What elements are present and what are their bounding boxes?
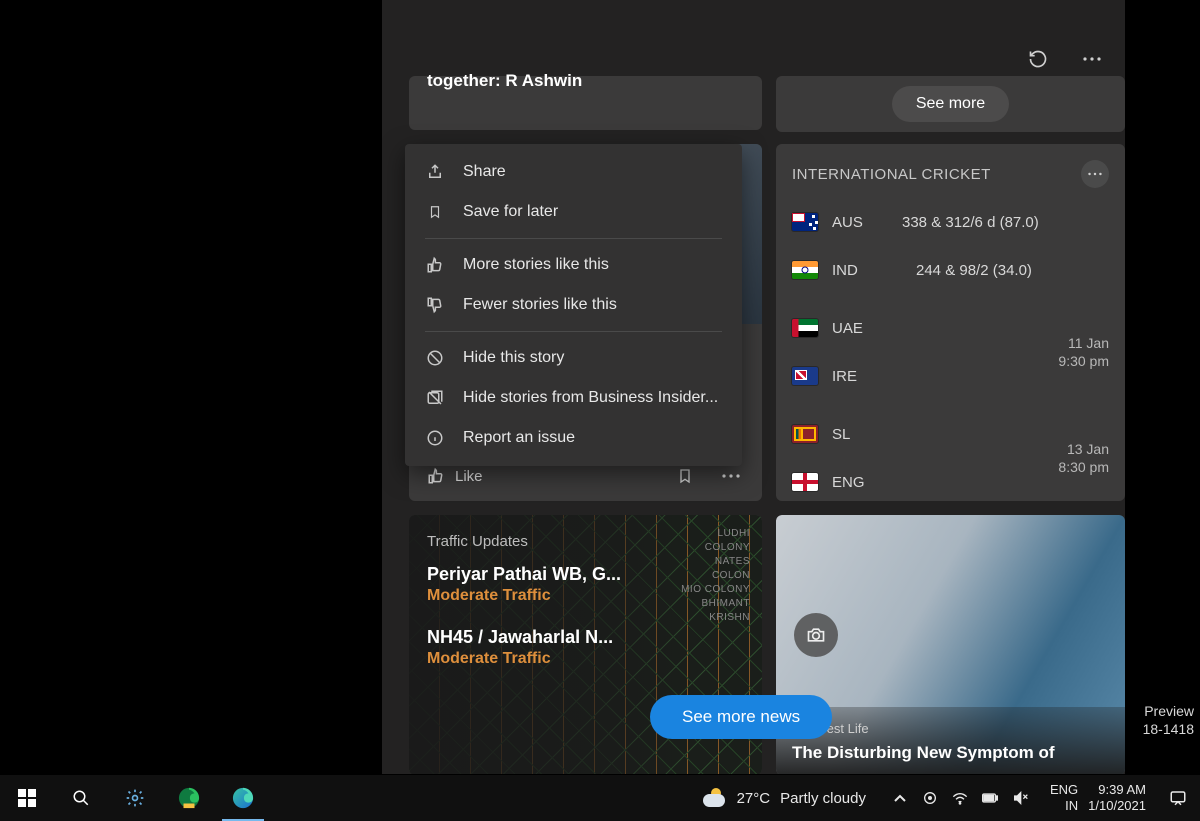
match-1[interactable]: UAE IRE 11 Jan9:30 pm: [776, 304, 1125, 400]
flag-aus-icon: [792, 213, 818, 231]
tray-volume-icon[interactable]: [1012, 790, 1028, 806]
traffic-title: Traffic Updates: [427, 533, 744, 550]
tray-chevron-up-icon[interactable]: [892, 790, 908, 806]
share-icon: [425, 162, 445, 182]
weather-temp: 27°C: [737, 790, 771, 807]
traffic-status-1: Moderate Traffic: [427, 650, 744, 668]
flag-uae-icon: [792, 319, 818, 337]
info-icon: [425, 428, 445, 448]
see-more-card: See more: [776, 76, 1125, 132]
see-more-button[interactable]: See more: [892, 86, 1009, 122]
block-icon: [425, 348, 445, 368]
flag-sl-icon: [792, 425, 818, 443]
ctx-save[interactable]: Save for later: [405, 192, 742, 232]
ctx-hide-story[interactable]: Hide this story: [405, 338, 742, 378]
start-button[interactable]: [0, 775, 54, 821]
card-options-button[interactable]: [718, 463, 744, 489]
flag-eng-icon: [792, 473, 818, 491]
bookmark-icon: [425, 202, 445, 222]
taskbar-clock[interactable]: ENGIN 9:39 AM1/10/2021: [1040, 782, 1156, 814]
story-context-menu: Share Save for later More stories like t…: [405, 144, 742, 466]
weather-desc: Partly cloudy: [780, 790, 866, 807]
weather-icon: [703, 788, 727, 808]
thumbs-down-icon: [425, 295, 445, 315]
refresh-button[interactable]: [1025, 46, 1051, 72]
like-label: Like: [455, 468, 483, 485]
traffic-road-0: Periyar Pathai WB, G...: [427, 564, 744, 585]
action-center-button[interactable]: [1156, 789, 1200, 807]
news-interests-panel: together: R Ashwin Like LUDHI COLONY NAT…: [382, 0, 1125, 774]
hide-source-icon: [425, 388, 445, 408]
like-button[interactable]: Like: [427, 467, 483, 485]
cricket-card-title: INTERNATIONAL CRICKET: [792, 166, 991, 183]
bookmark-button[interactable]: [672, 463, 698, 489]
thumbs-up-icon: [425, 255, 445, 275]
cricket-options-button[interactable]: [1081, 160, 1109, 188]
search-button[interactable]: [54, 775, 108, 821]
headline-card[interactable]: together: R Ashwin: [409, 76, 762, 130]
health-headline: The Disturbing New Symptom of: [792, 743, 1109, 763]
flag-ind-icon: [792, 261, 818, 279]
build-preview-text: Preview 18-1418: [1143, 702, 1194, 738]
ctx-hide-source[interactable]: Hide stories from Business Insider...: [405, 378, 742, 418]
ctx-report[interactable]: Report an issue: [405, 418, 742, 458]
traffic-status-0: Moderate Traffic: [427, 587, 744, 605]
intl-cricket-card: INTERNATIONAL CRICKET AUS338 & 312/6 d (…: [776, 144, 1125, 501]
taskbar-weather[interactable]: 27°C Partly cloudy: [689, 788, 880, 808]
see-more-news-button[interactable]: See more news: [650, 695, 832, 739]
taskbar-edge-canary-icon[interactable]: [162, 775, 216, 821]
system-tray: [880, 790, 1040, 806]
headline-text: together: R Ashwin: [427, 70, 582, 92]
match-0[interactable]: AUS338 & 312/6 d (87.0) IND244 & 98/2 (3…: [776, 198, 1125, 294]
tray-wifi-icon[interactable]: [952, 790, 968, 806]
ctx-share[interactable]: Share: [405, 152, 742, 192]
ctx-more-stories[interactable]: More stories like this: [405, 245, 742, 285]
health-story-card[interactable]: Best Life The Disturbing New Symptom of: [776, 515, 1125, 774]
taskbar-edge-icon[interactable]: [216, 775, 270, 821]
flag-ire-icon: [792, 367, 818, 385]
taskbar: 27°C Partly cloudy ENGIN 9:39 AM1/10/202…: [0, 775, 1200, 821]
more-options-button[interactable]: [1079, 46, 1105, 72]
match-2[interactable]: SL ENG 13 Jan8:30 pm: [776, 410, 1125, 506]
taskbar-settings-icon[interactable]: [108, 775, 162, 821]
tray-battery-icon[interactable]: [982, 790, 998, 806]
traffic-road-1: NH45 / Jawaharlal N...: [427, 627, 744, 648]
tray-location-icon[interactable]: [922, 790, 938, 806]
camera-icon: [794, 613, 838, 657]
ctx-fewer-stories[interactable]: Fewer stories like this: [405, 285, 742, 325]
